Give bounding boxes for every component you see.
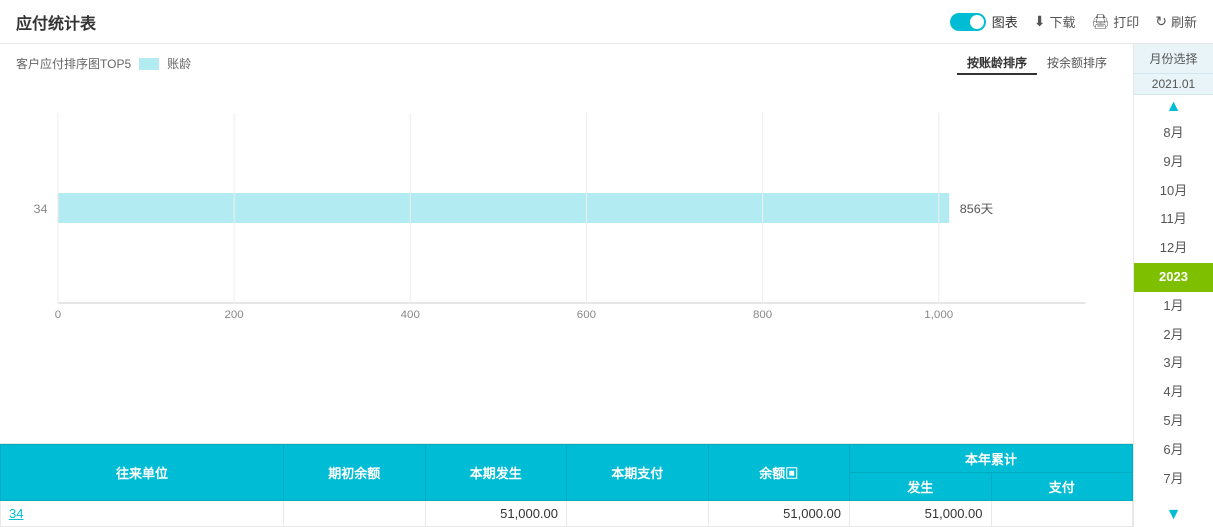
table-row: 34 51,000.00 51,000.00 51,000.00 [1,501,1133,527]
sidebar-year-label: 2023 [1134,263,1213,292]
sidebar-month-11[interactable]: 11月 [1134,205,1213,234]
sidebar-current-date: 2021.01 [1134,74,1213,95]
refresh-label: 刷新 [1171,12,1197,31]
download-button[interactable]: ⬇ 下载 [1034,12,1076,31]
sidebar-month-list: 8月 9月 10月 11月 12月 2023 1月 2月 3月 4月 5月 6月… [1134,119,1213,503]
sidebar-month-12[interactable]: 12月 [1134,234,1213,263]
sidebar-month-7[interactable]: 7月 [1134,465,1213,494]
svg-text:600: 600 [577,309,596,321]
col-opening: 期初余额 [284,445,426,501]
opening-cell [284,501,426,527]
page-title: 应付统计表 [16,10,96,34]
col-ytd-group: 本年累计 [850,445,1133,473]
svg-text:1,000: 1,000 [924,309,953,321]
sidebar-up-btn[interactable]: ▲ [1134,95,1213,119]
sort-by-amount-btn[interactable]: 按余额排序 [1037,52,1117,75]
legend-text: 客户应付排序图TOP5 [16,55,131,72]
sidebar-down-btn[interactable]: ▼ [1134,503,1213,527]
bar-chart: 34 856天 0 200 400 600 800 1,000 [16,83,1117,343]
svg-text:34: 34 [33,202,47,216]
sidebar-month-6[interactable]: 6月 [1134,436,1213,465]
summary-table: 往来单位 期初余额 本期发生 本期支付 余额▣ 本年累计 发生 支付 [0,444,1133,527]
sort-by-balance-btn[interactable]: 按账龄排序 [957,52,1037,75]
vendor-link[interactable]: 34 [9,506,23,521]
col-current-occur: 本期发生 [425,445,567,501]
sidebar-month-3[interactable]: 3月 [1134,349,1213,378]
col-ytd-occur: 发生 [850,473,992,501]
sidebar-month-10[interactable]: 10月 [1134,177,1213,206]
refresh-icon: ↻ [1155,13,1167,30]
col-current-pay: 本期支付 [567,445,709,501]
chart-legend: 客户应付排序图TOP5 账龄 [16,55,191,72]
current-occur-cell: 51,000.00 [425,501,567,527]
print-icon: 🖨 [1091,13,1109,30]
legend-box [139,58,159,70]
current-pay-cell [567,501,709,527]
legend-box-label: 账龄 [167,55,191,72]
sidebar-month-2[interactable]: 2月 [1134,321,1213,350]
sidebar-header: 月份选择 [1134,44,1213,74]
balance-cell: 51,000.00 [708,501,850,527]
svg-text:400: 400 [401,309,420,321]
sidebar-month-8[interactable]: 8月 [1134,119,1213,148]
vendor-cell[interactable]: 34 [1,501,284,527]
ytd-occur-cell: 51,000.00 [850,501,992,527]
data-table-section: 往来单位 期初余额 本期发生 本期支付 余额▣ 本年累计 发生 支付 [0,443,1133,527]
svg-text:0: 0 [55,309,61,321]
chart-container: 34 856天 0 200 400 600 800 1,000 [0,83,1133,443]
chart-sort: 按账龄排序 按余额排序 [957,52,1117,75]
ytd-pay-cell [991,501,1133,527]
print-label: 打印 [1113,12,1139,31]
chart-toggle[interactable] [950,13,986,31]
download-label: 下载 [1049,12,1075,31]
svg-text:200: 200 [224,309,243,321]
col-vendor: 往来单位 [1,445,284,501]
print-button[interactable]: 🖨 打印 [1091,12,1139,31]
svg-text:800: 800 [753,309,772,321]
sidebar-month-5[interactable]: 5月 [1134,407,1213,436]
sidebar-month-9[interactable]: 9月 [1134,148,1213,177]
chart-toggle-label: 图表 [992,12,1018,31]
svg-text:856天: 856天 [960,202,994,216]
download-icon: ⬇ [1034,13,1046,30]
sidebar-month-1[interactable]: 1月 [1134,292,1213,321]
header-actions: 图表 ⬇ 下载 🖨 打印 ↻ 刷新 [950,12,1197,31]
sidebar-month-4[interactable]: 4月 [1134,378,1213,407]
month-sidebar: 月份选择 2021.01 ▲ 8月 9月 10月 11月 12月 2023 1月… [1133,44,1213,527]
col-balance: 余额▣ [708,445,850,501]
refresh-button[interactable]: ↻ 刷新 [1155,12,1197,31]
col-ytd-pay: 支付 [991,473,1133,501]
table-wrap: 往来单位 期初余额 本期发生 本期支付 余额▣ 本年累计 发生 支付 [0,444,1133,527]
chart-toggle-wrap[interactable]: 图表 [950,12,1018,31]
